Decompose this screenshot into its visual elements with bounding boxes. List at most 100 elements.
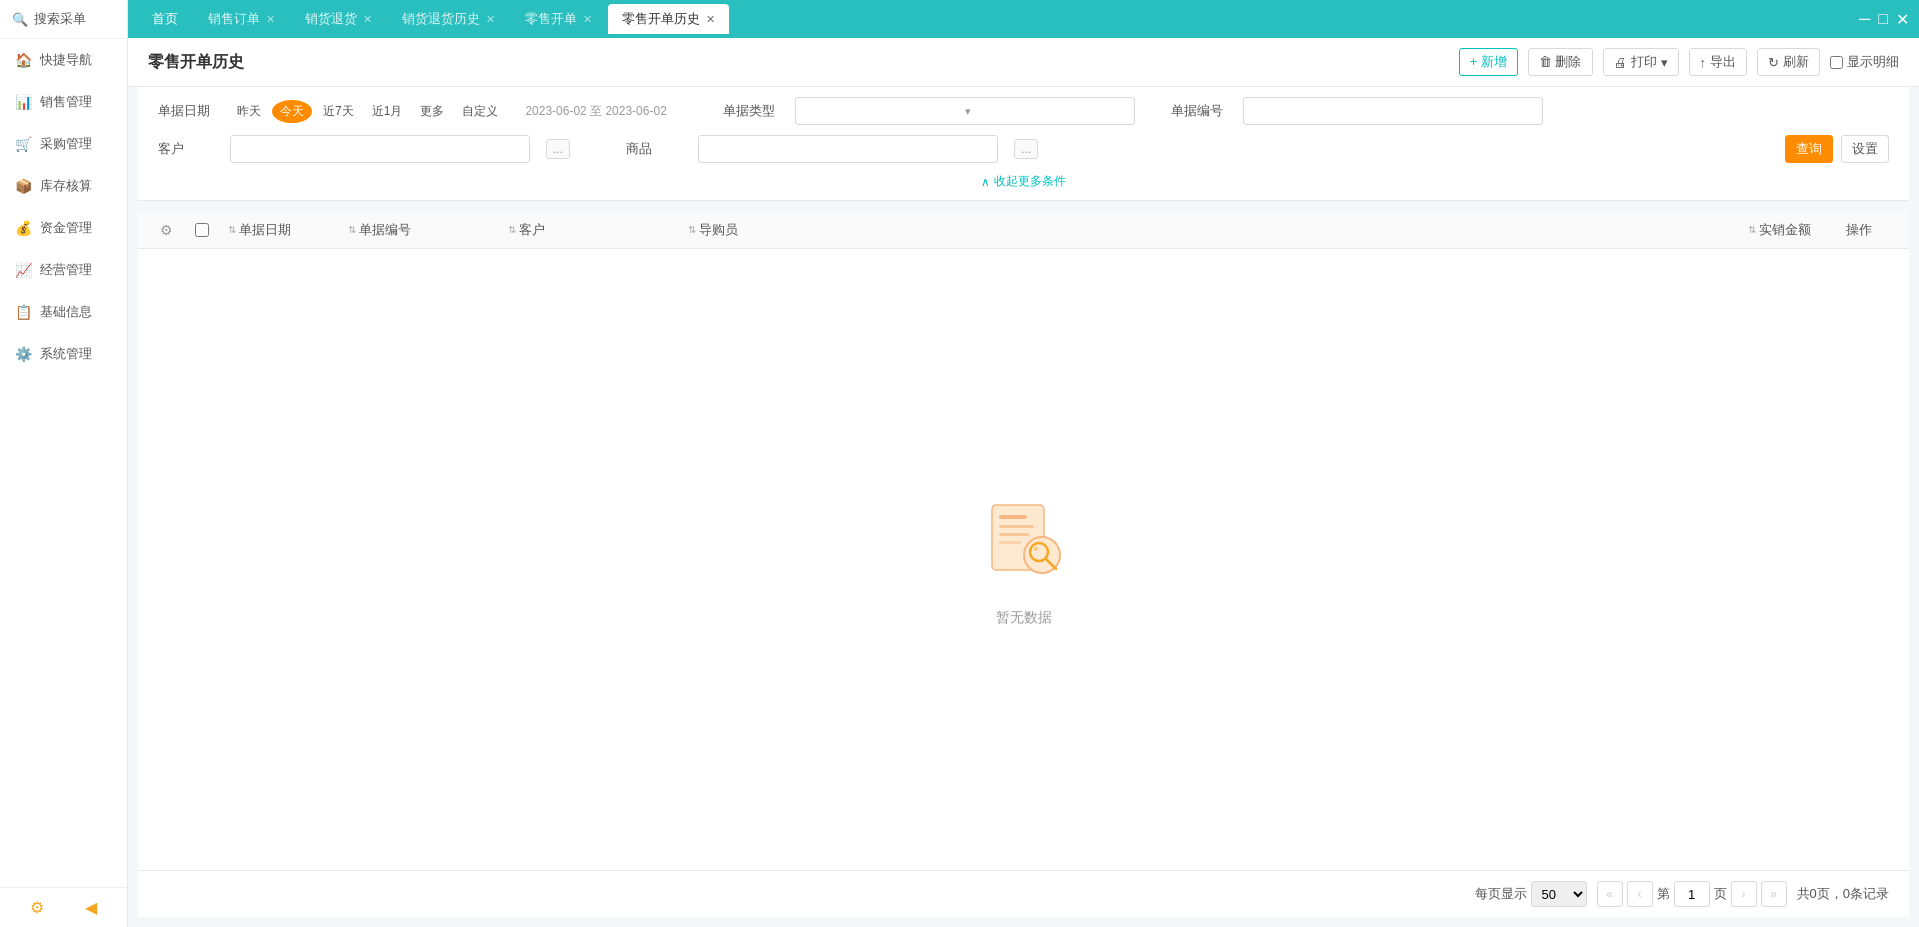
date-7days-btn[interactable]: 近7天 (316, 100, 361, 123)
sidebar-search[interactable]: 🔍 搜索采单 (0, 0, 127, 39)
show-detail-label: 显示明细 (1847, 53, 1899, 71)
sidebar-item-quick-nav[interactable]: 🏠快捷导航 (0, 39, 127, 81)
date-today-btn[interactable]: 今天 (272, 100, 312, 123)
print-button[interactable]: 🖨 打印 ▾ (1603, 48, 1679, 76)
goods-label: 商品 (626, 140, 682, 158)
date-custom-btn[interactable]: 自定义 (455, 100, 505, 123)
tab-bar: 首页销售订单✕销货退货✕销货退货历史✕零售开单✕零售开单历史✕ ─ □ ✕ (128, 0, 1919, 38)
tab-close-sales-return-history[interactable]: ✕ (486, 14, 495, 25)
goods-input[interactable] (698, 135, 998, 163)
prev-page-btn[interactable]: ‹ (1627, 881, 1653, 907)
tab-home[interactable]: 首页 (138, 4, 192, 34)
tab-sales-return[interactable]: 销货退货✕ (291, 4, 386, 34)
col-date-header: ⇅ 单据日期 (220, 221, 340, 239)
sidebar-item-operations[interactable]: 📈经营管理 (0, 249, 127, 291)
tab-label-sales-return-history: 销货退货历史 (402, 10, 480, 28)
col-customer-header: ⇅ 客户 (500, 221, 680, 239)
sales-mgmt-icon: 📊 (14, 93, 32, 111)
tab-close-sales-return[interactable]: ✕ (363, 14, 372, 25)
delete-button[interactable]: 🗑 删除 (1528, 48, 1593, 76)
svg-rect-2 (999, 525, 1034, 528)
col-checkbox-header (184, 223, 220, 237)
total-info: 共0页，0条记录 (1797, 885, 1889, 903)
first-page-btn[interactable]: « (1597, 881, 1623, 907)
tab-label-sales-order: 销售订单 (208, 10, 260, 28)
filter-area: 单据日期 昨天 今天 近7天 近1月 更多 自定义 2023-06-02 至 2… (138, 87, 1909, 201)
col-amount-header: ⇅ 实销金额 (1699, 221, 1819, 239)
sidebar-item-sales-mgmt[interactable]: 📊 销售管理 (0, 81, 127, 123)
search-icon: 🔍 (12, 12, 28, 27)
minimize-icon[interactable]: ─ (1859, 10, 1870, 28)
collapse-filter-btn[interactable]: ∧ 收起更多条件 (158, 173, 1889, 190)
export-button[interactable]: ↑ 导出 (1689, 48, 1748, 76)
add-button[interactable]: + 新增 (1459, 48, 1518, 76)
sort-icon-amount[interactable]: ⇅ (1748, 224, 1756, 235)
pagination-bar: 每页显示 10 20 50 100 « ‹ 第 页 (138, 870, 1909, 917)
refresh-label: 刷新 (1783, 53, 1809, 71)
tab-bar-right: ─ □ ✕ (1859, 10, 1909, 29)
col-date-label: 单据日期 (239, 221, 291, 239)
main-content: 单据日期 昨天 今天 近7天 近1月 更多 自定义 2023-06-02 至 2… (128, 87, 1919, 927)
sidebar-item-basic-info[interactable]: 📋基础信息 (0, 291, 127, 333)
maximize-icon[interactable]: □ (1878, 10, 1888, 28)
table-settings-icon[interactable]: ⚙ (160, 222, 173, 238)
show-detail-checkbox-wrapper[interactable]: 显示明细 (1830, 53, 1899, 71)
tab-close-sales-order[interactable]: ✕ (266, 14, 275, 25)
refresh-button[interactable]: ↻ 刷新 (1757, 48, 1820, 76)
date-yesterday-btn[interactable]: 昨天 (230, 100, 268, 123)
sidebar-item-purchase-mgmt[interactable]: 🛒采购管理 (0, 123, 127, 165)
quick-nav-label: 快捷导航 (40, 51, 92, 69)
page-input[interactable] (1674, 881, 1710, 907)
tab-close-retail-open[interactable]: ✕ (583, 14, 592, 25)
svg-rect-1 (999, 515, 1027, 519)
order-no-input[interactable] (1243, 97, 1543, 125)
filter-row-2: 客户 ... 商品 ... 查询 设置 (158, 135, 1889, 163)
per-page-dropdown[interactable]: 10 20 50 100 (1531, 881, 1587, 907)
settings-bottom-icon[interactable]: ⚙ (30, 898, 44, 917)
show-detail-checkbox[interactable] (1830, 56, 1843, 69)
sidebar-bottom: ⚙ ◀ (0, 887, 127, 927)
sales-mgmt-label: 销售管理 (40, 93, 92, 111)
goods-ellipsis-btn[interactable]: ... (1014, 139, 1038, 159)
col-orderno-label: 单据编号 (359, 221, 411, 239)
customer-input[interactable] (230, 135, 530, 163)
empty-text: 暂无数据 (996, 609, 1052, 627)
tab-sales-order[interactable]: 销售订单 ✕ (194, 4, 289, 34)
inventory-icon: 📦 (14, 177, 32, 195)
sidebar-nav: 🏠快捷导航 📊 销售管理 🛒采购管理 📦 库存核算 💰资金管理📈经营管理📋基础信息⚙️系统管… (0, 39, 127, 887)
close-window-icon[interactable]: ✕ (1896, 10, 1909, 29)
sort-icon-customer[interactable]: ⇅ (508, 224, 516, 235)
page-header: 零售开单历史 + 新增 🗑 删除 🖨 打印 ▾ ↑ 导出 ↻ 刷新 (128, 38, 1919, 87)
last-page-btn[interactable]: » (1761, 881, 1787, 907)
col-orderno-header: ⇅ 单据编号 (340, 221, 500, 239)
purchase-mgmt-label: 采购管理 (40, 135, 92, 153)
inventory-label: 库存核算 (40, 177, 92, 195)
customer-ellipsis-btn[interactable]: ... (546, 139, 570, 159)
col-settings: ⚙ (148, 222, 184, 238)
sort-icon-date[interactable]: ⇅ (228, 224, 236, 235)
sidebar: 🔍 搜索采单 🏠快捷导航 📊 销售管理 🛒采购管理 📦 库存核算 💰资金管理📈经营管理📋基础… (0, 0, 128, 927)
sidebar-item-inventory[interactable]: 📦 库存核算 (0, 165, 127, 207)
operations-icon: 📈 (14, 261, 32, 279)
tab-label-retail-open-history: 零售开单历史 (622, 10, 700, 28)
tab-retail-open-history[interactable]: 零售开单历史 ✕ (608, 4, 729, 34)
sort-icon-guide[interactable]: ⇅ (688, 224, 696, 235)
collapse-sidebar-icon[interactable]: ◀ (85, 898, 97, 917)
table-header: ⚙ ⇅ 单据日期 ⇅ 单据编号 ⇅ 客户 (138, 211, 1909, 249)
tab-close-retail-open-history[interactable]: ✕ (706, 14, 715, 25)
sort-icon-orderno[interactable]: ⇅ (348, 224, 356, 235)
sidebar-item-finance[interactable]: 💰资金管理 (0, 207, 127, 249)
select-all-checkbox[interactable] (195, 223, 209, 237)
svg-point-8 (1034, 547, 1038, 551)
next-page-btn[interactable]: › (1731, 881, 1757, 907)
tab-sales-return-history[interactable]: 销货退货历史 ✕ (388, 4, 509, 34)
query-button[interactable]: 查询 (1785, 135, 1833, 163)
type-select[interactable]: ▾ (795, 97, 1135, 125)
settings-button[interactable]: 设置 (1841, 135, 1889, 163)
type-label: 单据类型 (723, 102, 779, 120)
customer-label: 客户 (158, 140, 214, 158)
tab-retail-open[interactable]: 零售开单✕ (511, 4, 606, 34)
date-more-btn[interactable]: 更多 (413, 100, 451, 123)
date-1month-btn[interactable]: 近1月 (365, 100, 410, 123)
sidebar-item-system-mgmt[interactable]: ⚙️系统管理 (0, 333, 127, 375)
